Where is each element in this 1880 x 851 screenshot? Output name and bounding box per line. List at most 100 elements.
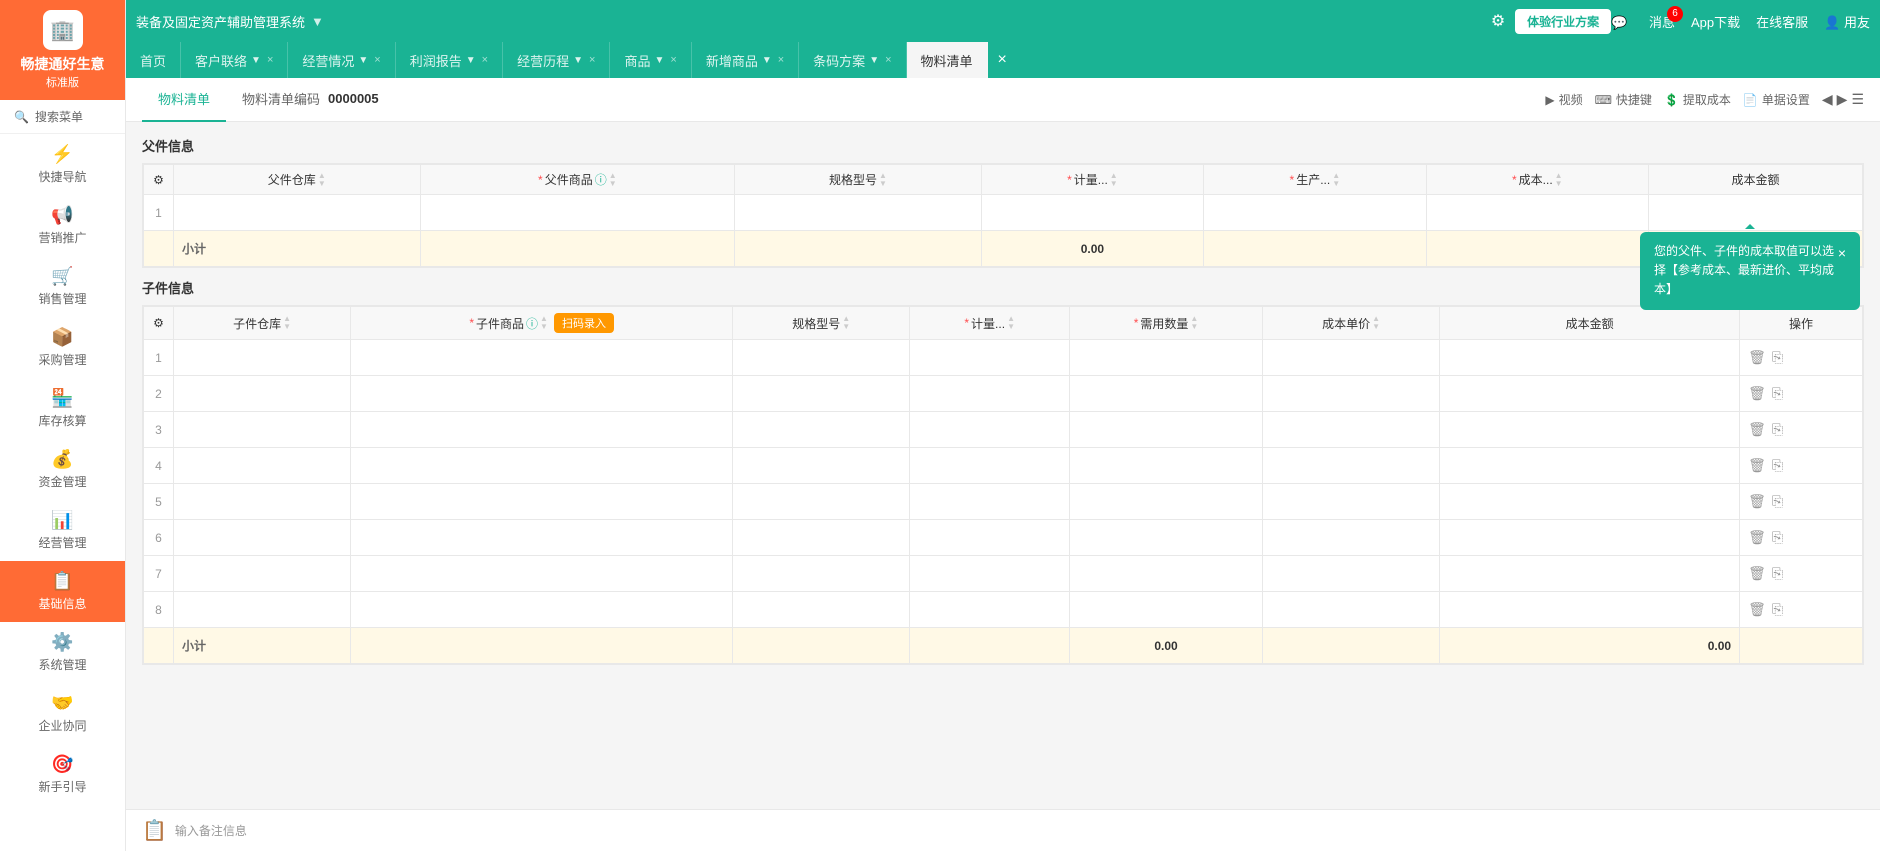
child-row-2-spec[interactable] bbox=[733, 376, 910, 412]
child-row-4-quantity[interactable] bbox=[1070, 448, 1263, 484]
child-row-6-product[interactable] bbox=[351, 520, 733, 556]
tab-barcode[interactable]: 条码方案 ▼ × bbox=[799, 42, 906, 78]
sidebar-item-purchase[interactable]: 📦 采购管理 bbox=[0, 317, 125, 378]
delete-icon-4[interactable]: 🗑 bbox=[1748, 457, 1766, 474]
child-row-3-product[interactable] bbox=[351, 412, 733, 448]
child-row-2-quantity[interactable] bbox=[1070, 376, 1263, 412]
tab-goods-close[interactable]: × bbox=[670, 54, 676, 66]
tab-bom[interactable]: 物料清单 bbox=[907, 42, 988, 78]
child-row-2-cost-amount[interactable] bbox=[1440, 376, 1740, 412]
tab-goods[interactable]: 商品 ▼ × bbox=[610, 42, 691, 78]
tab-barcode-close[interactable]: × bbox=[885, 54, 891, 66]
tooltip-close-btn[interactable]: × bbox=[1838, 242, 1846, 264]
copy-icon-4[interactable]: ⎘ bbox=[1772, 457, 1783, 474]
child-row-7-unit[interactable] bbox=[910, 556, 1070, 592]
copy-icon-7[interactable]: ⎘ bbox=[1772, 565, 1783, 582]
child-row-3-cost-amount[interactable] bbox=[1440, 412, 1740, 448]
child-row-1-warehouse[interactable] bbox=[174, 340, 351, 376]
tabs-close-all[interactable]: × bbox=[988, 51, 1017, 69]
parent-row-1-unit[interactable] bbox=[981, 195, 1203, 231]
child-row-5-spec[interactable] bbox=[733, 484, 910, 520]
delete-icon-8[interactable]: 🗑 bbox=[1748, 601, 1766, 618]
scan-btn[interactable]: 扫码录入 bbox=[554, 313, 614, 333]
cost-btn[interactable]: 💲 提取成本 bbox=[1664, 91, 1731, 108]
child-row-6-unit-cost[interactable] bbox=[1262, 520, 1439, 556]
delete-icon-7[interactable]: 🗑 bbox=[1748, 565, 1766, 582]
child-row-7-spec[interactable] bbox=[733, 556, 910, 592]
child-row-4-unit[interactable] bbox=[910, 448, 1070, 484]
sidebar-item-marketing[interactable]: 📢 营销推广 bbox=[0, 195, 125, 256]
child-row-1-cost-amount[interactable] bbox=[1440, 340, 1740, 376]
child-row-6-cost-amount[interactable] bbox=[1440, 520, 1740, 556]
child-row-3-unit-cost[interactable] bbox=[1262, 412, 1439, 448]
user-menu[interactable]: 👤 用友 bbox=[1824, 12, 1870, 31]
child-row-4-unit-cost[interactable] bbox=[1262, 448, 1439, 484]
child-row-4-product[interactable] bbox=[351, 448, 733, 484]
sidebar-item-collab[interactable]: 🤝 企业协同 bbox=[0, 683, 125, 744]
child-row-1-spec[interactable] bbox=[733, 340, 910, 376]
tab-new-goods[interactable]: 新增商品 ▼ × bbox=[692, 42, 799, 78]
parent-row-1-product[interactable] bbox=[420, 195, 735, 231]
child-row-4-spec[interactable] bbox=[733, 448, 910, 484]
delete-icon-5[interactable]: 🗑 bbox=[1748, 493, 1766, 510]
sidebar-item-basic-info[interactable]: 📋 基础信息 bbox=[0, 561, 125, 622]
delete-icon-6[interactable]: 🗑 bbox=[1748, 529, 1766, 546]
search-menu[interactable]: 🔍 搜索菜单 bbox=[0, 100, 125, 134]
tab-operations-close[interactable]: × bbox=[374, 54, 380, 66]
settings-btn[interactable]: 📄 单据设置 bbox=[1743, 91, 1810, 108]
sidebar-item-inventory[interactable]: 🏪 库存核算 bbox=[0, 378, 125, 439]
parent-th-gear[interactable]: ⚙ bbox=[144, 165, 174, 195]
sub-tab-bom-code[interactable]: 物料清单编码 0000005 bbox=[226, 78, 395, 122]
child-row-8-spec[interactable] bbox=[733, 592, 910, 628]
child-row-6-spec[interactable] bbox=[733, 520, 910, 556]
copy-icon-3[interactable]: ⎘ bbox=[1772, 421, 1783, 438]
copy-icon-5[interactable]: ⎘ bbox=[1772, 493, 1783, 510]
tab-home[interactable]: 首页 bbox=[126, 42, 181, 78]
sub-tab-bom-list[interactable]: 物料清单 bbox=[142, 78, 226, 122]
delete-icon-2[interactable]: 🗑 bbox=[1748, 385, 1766, 402]
delete-icon-1[interactable]: 🗑 bbox=[1748, 349, 1766, 366]
delete-icon-3[interactable]: 🗑 bbox=[1748, 421, 1766, 438]
child-row-1-unit-cost[interactable] bbox=[1262, 340, 1439, 376]
child-row-1-unit[interactable] bbox=[910, 340, 1070, 376]
tab-customers-close[interactable]: × bbox=[267, 54, 273, 66]
tab-history[interactable]: 经营历程 ▼ × bbox=[503, 42, 610, 78]
tab-profit-close[interactable]: × bbox=[482, 54, 488, 66]
sidebar-item-sales[interactable]: 🛒 销售管理 bbox=[0, 256, 125, 317]
child-row-8-cost-amount[interactable] bbox=[1440, 592, 1740, 628]
child-row-3-spec[interactable] bbox=[733, 412, 910, 448]
child-row-3-quantity[interactable] bbox=[1070, 412, 1263, 448]
sidebar-item-quick-nav[interactable]: ⚡ 快捷导航 bbox=[0, 134, 125, 195]
child-row-5-unit[interactable] bbox=[910, 484, 1070, 520]
child-row-5-unit-cost[interactable] bbox=[1262, 484, 1439, 520]
nav-prev[interactable]: ◀ bbox=[1822, 91, 1833, 108]
child-row-6-warehouse[interactable] bbox=[174, 520, 351, 556]
child-row-5-cost-amount[interactable] bbox=[1440, 484, 1740, 520]
tab-operations[interactable]: 经营情况 ▼ × bbox=[288, 42, 395, 78]
child-row-8-warehouse[interactable] bbox=[174, 592, 351, 628]
child-row-5-product[interactable] bbox=[351, 484, 733, 520]
child-row-2-warehouse[interactable] bbox=[174, 376, 351, 412]
parent-row-1-warehouse[interactable] bbox=[174, 195, 421, 231]
copy-icon-2[interactable]: ⎘ bbox=[1772, 385, 1783, 402]
sidebar-item-finance[interactable]: 💰 资金管理 bbox=[0, 439, 125, 500]
child-row-1-quantity[interactable] bbox=[1070, 340, 1263, 376]
service-btn[interactable]: 在线客服 bbox=[1756, 12, 1808, 31]
hotkey-btn[interactable]: ⌨ 快捷键 bbox=[1595, 91, 1652, 108]
message-btn[interactable]: 💬 6 消息 bbox=[1611, 12, 1675, 31]
copy-icon-1[interactable]: ⎘ bbox=[1772, 349, 1783, 366]
child-row-2-unit[interactable] bbox=[910, 376, 1070, 412]
child-row-7-product[interactable] bbox=[351, 556, 733, 592]
child-row-3-unit[interactable] bbox=[910, 412, 1070, 448]
settings-icon[interactable]: ⚙ bbox=[1491, 11, 1505, 31]
child-row-3-warehouse[interactable] bbox=[174, 412, 351, 448]
child-row-7-unit-cost[interactable] bbox=[1262, 556, 1439, 592]
tab-profit[interactable]: 利润报告 ▼ × bbox=[396, 42, 503, 78]
child-row-8-quantity[interactable] bbox=[1070, 592, 1263, 628]
copy-icon-8[interactable]: ⎘ bbox=[1772, 601, 1783, 618]
sidebar-item-guide[interactable]: 🎯 新手引导 bbox=[0, 744, 125, 805]
parent-row-1-spec[interactable] bbox=[735, 195, 982, 231]
tab-history-close[interactable]: × bbox=[589, 54, 595, 66]
app-download-btn[interactable]: App下载 bbox=[1691, 12, 1740, 31]
parent-row-1-produce[interactable] bbox=[1204, 195, 1426, 231]
